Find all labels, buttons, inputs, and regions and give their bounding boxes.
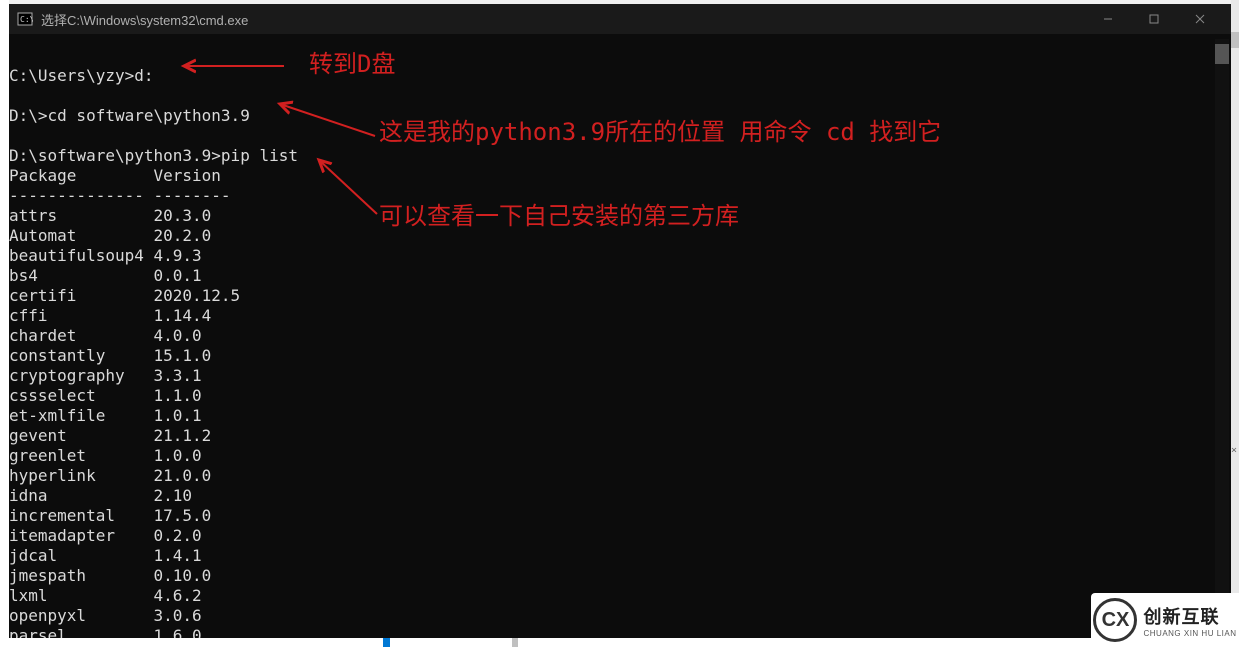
close-button[interactable] [1177,4,1223,34]
maximize-button[interactable] [1131,4,1177,34]
page-scrollbar-arrow[interactable] [1231,32,1239,48]
terminal-line [9,86,1231,106]
tab-indicator-blue [383,638,390,647]
page-left-strip [0,0,9,647]
pip-package-row: gevent 21.1.2 [9,426,1231,446]
tab-indicator-gray [512,638,518,647]
pip-header: Package Version [9,166,1231,186]
annotation-1: 转到D盘 [309,54,395,74]
svg-text:C:\: C:\ [20,15,33,24]
side-close-icon[interactable]: × [1231,445,1237,456]
pip-package-row: lxml 4.6.2 [9,586,1231,606]
pip-package-row: hyperlink 21.0.0 [9,466,1231,486]
pip-package-row: itemadapter 0.2.0 [9,526,1231,546]
terminal-scrollbar[interactable] [1215,39,1229,647]
pip-package-row: et-xmlfile 1.0.1 [9,406,1231,426]
minimize-button[interactable] [1085,4,1131,34]
pip-package-row: chardet 4.0.0 [9,326,1231,346]
pip-package-row: jdcal 1.4.1 [9,546,1231,566]
pip-package-row: certifi 2020.12.5 [9,286,1231,306]
cmd-window: C:\ 选择C:\Windows\system32\cmd.exe C:\Use… [9,4,1231,647]
pip-package-row: cryptography 3.3.1 [9,366,1231,386]
pip-package-row: jmespath 0.10.0 [9,566,1231,586]
cmd-icon: C:\ [17,11,33,27]
pip-package-row: openpyxl 3.0.6 [9,606,1231,626]
logo-text: 创新互联 CHUANG XIN HU LIAN [1143,603,1236,638]
window-title: 选择C:\Windows\system32\cmd.exe [41,10,1085,29]
terminal-body[interactable]: C:\Users\yzy>d: D:\>cd software\python3.… [9,34,1231,647]
pip-package-row: bs4 0.0.1 [9,266,1231,286]
pip-package-row: idna 2.10 [9,486,1231,506]
terminal-scrollbar-thumb[interactable] [1215,44,1229,64]
annotation-3: 可以查看一下自己安装的第三方库 [379,206,739,226]
pip-package-row: constantly 15.1.0 [9,346,1231,366]
logo-text-en: CHUANG XIN HU LIAN [1143,629,1236,638]
annotation-2: 这是我的python3.9所在的位置 用命令 cd 找到它 [379,122,941,142]
bottom-strip [9,638,1231,647]
terminal-line: C:\Users\yzy>d: [9,66,1231,86]
pip-package-row: cffi 1.14.4 [9,306,1231,326]
pip-package-row: beautifulsoup4 4.9.3 [9,246,1231,266]
pip-package-row: greenlet 1.0.0 [9,446,1231,466]
logo-badge: CX 创新互联 CHUANG XIN HU LIAN [1091,593,1239,647]
window-controls [1085,4,1223,34]
page-scrollbar[interactable] [1231,0,1239,647]
terminal-line: D:\software\python3.9>pip list [9,146,1231,166]
logo-circle: CX [1093,598,1137,642]
terminal-line [9,46,1231,66]
pip-package-row: incremental 17.5.0 [9,506,1231,526]
logo-text-cn: 创新互联 [1143,603,1236,629]
pip-package-row: cssselect 1.1.0 [9,386,1231,406]
titlebar[interactable]: C:\ 选择C:\Windows\system32\cmd.exe [9,4,1231,34]
